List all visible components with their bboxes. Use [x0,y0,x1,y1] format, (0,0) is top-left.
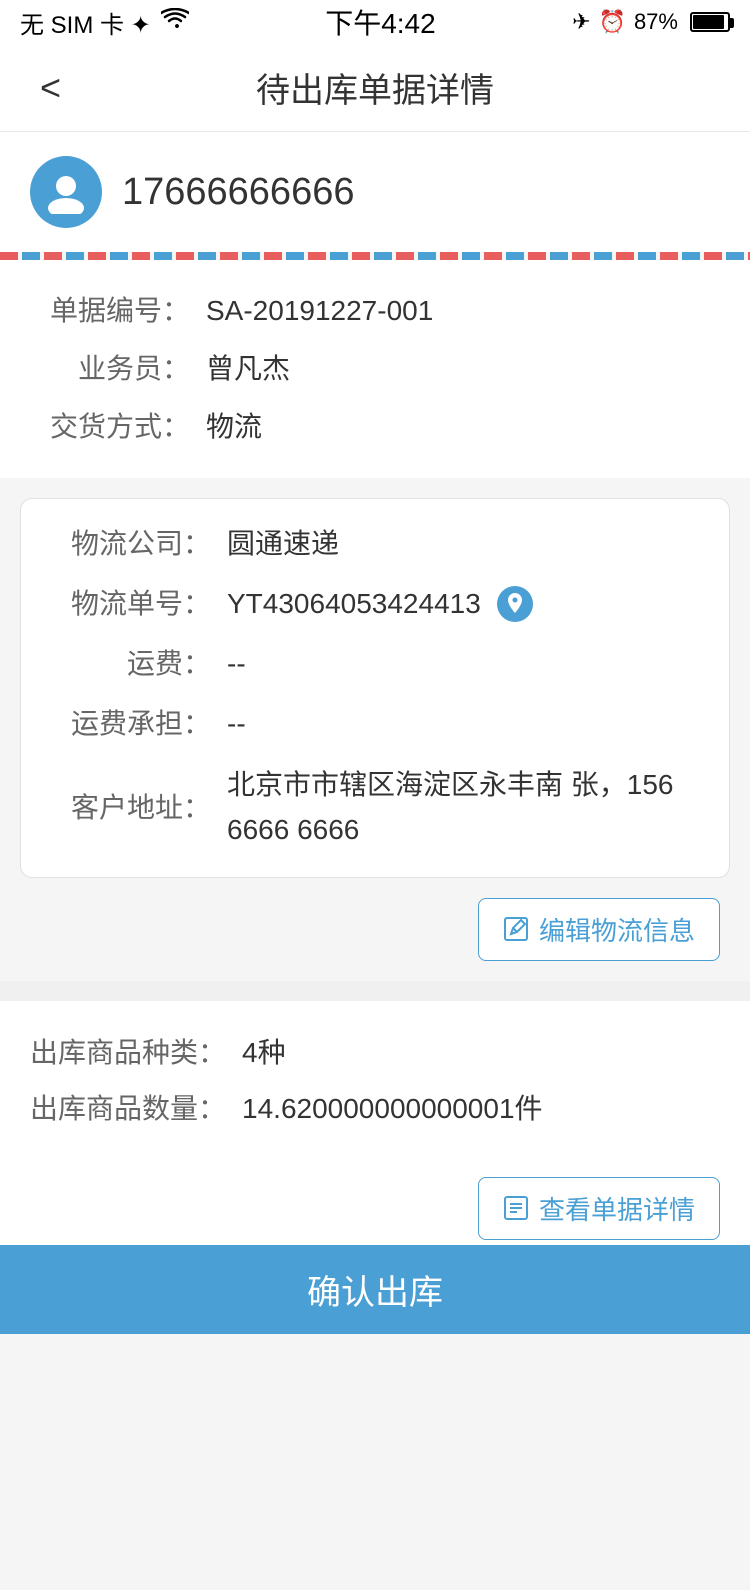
logistics-tracking-row: 物流单号： YT43064053424413 [51,583,699,625]
map-pin-icon[interactable] [497,586,533,622]
status-time: 下午4:42 [325,2,436,42]
document-info-section: 单据编号： SA-20191227-001 业务员： 曾凡杰 交货方式： 物流 [0,260,750,478]
document-number-value: SA-20191227-001 [206,290,720,332]
confirm-button-label: 确认出库 [307,1265,443,1314]
sim-status: 无 SIM 卡 ✦ [20,5,151,40]
product-section: 出库商品种类： 4种 出库商品数量： 14.620000000000001件 [0,1001,750,1157]
logistics-freight-bearer-value: -- [227,703,699,745]
logistics-address-label: 客户地址： [51,787,211,829]
delivery-value: 物流 [206,406,720,448]
back-button[interactable]: < [30,57,71,119]
product-quantity-value: 14.620000000000001件 [242,1087,720,1127]
edit-logistics-button[interactable]: 编辑物流信息 [478,898,720,961]
clock-status-icon: ⏰ [599,9,626,35]
logistics-card: 物流公司： 圆通速递 物流单号： YT43064053424413 运费： --… [20,498,730,878]
status-bar: 无 SIM 卡 ✦ 下午4:42 ✈ ⏰ 87% [0,0,750,44]
logistics-company-value: 圆通速递 [227,523,699,565]
logistics-tracking-value: YT43064053424413 [227,583,699,625]
salesman-label: 业务员： [30,348,190,390]
battery-icon [690,12,730,32]
dashed-divider [0,252,750,260]
avatar [30,156,102,228]
status-right: ✈ ⏰ 87% [572,9,730,35]
view-document-button[interactable]: 查看单据详情 [478,1177,720,1240]
section-divider [0,981,750,1001]
logistics-company-row: 物流公司： 圆通速递 [51,523,699,565]
product-quantity-row: 出库商品数量： 14.620000000000001件 [30,1087,720,1127]
logistics-tracking-label: 物流单号： [51,583,211,625]
salesman-row: 业务员： 曾凡杰 [30,348,720,390]
logistics-freight-bearer-label: 运费承担： [51,703,211,745]
logistics-company-label: 物流公司： [51,523,211,565]
confirm-btn-container[interactable]: 确认出库 [0,1245,750,1334]
location-status-icon: ✈ [572,9,590,35]
logistics-freight-label: 运费： [51,643,211,685]
edit-btn-row: 编辑物流信息 [0,898,750,981]
status-left: 无 SIM 卡 ✦ [20,5,189,40]
product-type-label: 出库商品种类： [30,1031,226,1071]
delivery-row: 交货方式： 物流 [30,406,720,448]
battery-percent: 87% [634,9,678,35]
logistics-address-row: 客户地址： 北京市市辖区海淀区永丰南 张，156 6666 6666 [51,763,699,853]
logistics-freight-bearer-row: 运费承担： -- [51,703,699,745]
delivery-label: 交货方式： [30,406,190,448]
logistics-freight-value: -- [227,643,699,685]
logistics-address-value: 北京市市辖区海淀区永丰南 张，156 6666 6666 [227,763,699,853]
wifi-icon [161,8,189,37]
document-number-label: 单据编号： [30,290,190,332]
view-document-label: 查看单据详情 [539,1190,695,1227]
nav-bar: < 待出库单据详情 [0,44,750,132]
tracking-number-text: YT43064053424413 [227,583,481,625]
user-card: 17666666666 [0,132,750,252]
page-title: 待出库单据详情 [256,63,494,112]
user-phone: 17666666666 [122,171,354,214]
logistics-freight-row: 运费： -- [51,643,699,685]
salesman-value: 曾凡杰 [206,348,720,390]
content: 17666666666 单据编号： SA-20191227-001 业务员： 曾… [0,132,750,1590]
product-type-row: 出库商品种类： 4种 [30,1031,720,1071]
product-quantity-label: 出库商品数量： [30,1087,226,1127]
product-type-value: 4种 [242,1031,720,1071]
edit-logistics-label: 编辑物流信息 [539,911,695,948]
document-number-row: 单据编号： SA-20191227-001 [30,290,720,332]
